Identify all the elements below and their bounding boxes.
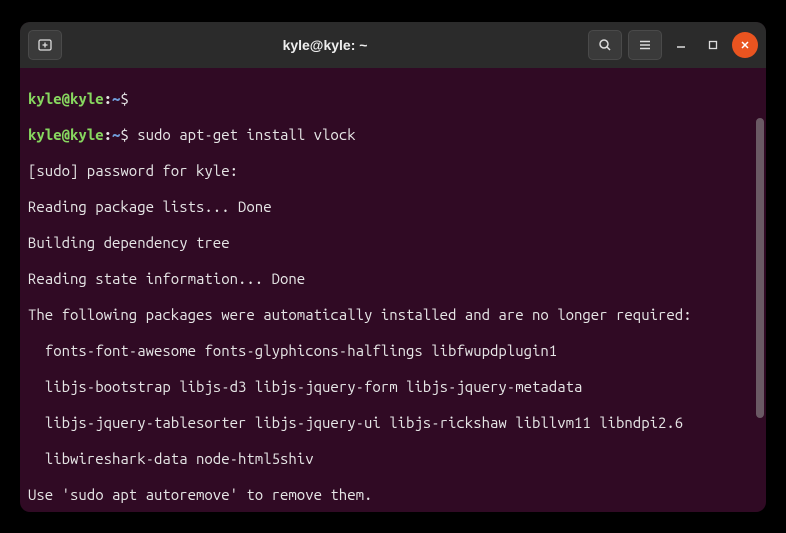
terminal-window: kyle@kyle: ~ kyle@kyle:~$ kyle@kyle:~$ s… (20, 22, 766, 512)
window-title: kyle@kyle: ~ (68, 37, 582, 53)
prompt-line: kyle@kyle:~$ sudo apt-get install vlock (28, 126, 758, 144)
minimize-button[interactable] (668, 32, 694, 58)
prompt-dollar: $ (120, 90, 128, 107)
new-tab-button[interactable] (28, 30, 62, 60)
titlebar: kyle@kyle: ~ (20, 22, 766, 68)
output-line: libwireshark-data node-html5shiv (28, 450, 758, 468)
scrollbar[interactable] (756, 118, 764, 418)
prompt-user: kyle@kyle (28, 126, 104, 143)
search-button[interactable] (588, 30, 622, 60)
output-line: The following packages were automaticall… (28, 306, 758, 324)
terminal-body[interactable]: kyle@kyle:~$ kyle@kyle:~$ sudo apt-get i… (20, 68, 766, 512)
prompt-user: kyle@kyle (28, 90, 104, 107)
close-icon (740, 40, 750, 50)
output-line: [sudo] password for kyle: (28, 162, 758, 180)
close-button[interactable] (732, 32, 758, 58)
prompt-colon: : (104, 126, 112, 143)
maximize-button[interactable] (700, 32, 726, 58)
output-line: fonts-font-awesome fonts-glyphicons-half… (28, 342, 758, 360)
output-line: Building dependency tree (28, 234, 758, 252)
menu-button[interactable] (628, 30, 662, 60)
output-line: Reading state information... Done (28, 270, 758, 288)
output-line: Reading package lists... Done (28, 198, 758, 216)
prompt-colon: : (104, 90, 112, 107)
command-text: sudo apt-get install vlock (129, 126, 356, 143)
prompt-dollar: $ (120, 126, 128, 143)
new-tab-icon (37, 37, 53, 53)
output-line: libjs-bootstrap libjs-d3 libjs-jquery-fo… (28, 378, 758, 396)
output-line: libjs-jquery-tablesorter libjs-jquery-ui… (28, 414, 758, 432)
command-text (129, 90, 137, 107)
output-line: Use 'sudo apt autoremove' to remove them… (28, 486, 758, 504)
minimize-icon (676, 40, 686, 50)
hamburger-icon (637, 37, 653, 53)
search-icon (597, 37, 613, 53)
maximize-icon (708, 40, 718, 50)
prompt-line: kyle@kyle:~$ (28, 90, 758, 108)
